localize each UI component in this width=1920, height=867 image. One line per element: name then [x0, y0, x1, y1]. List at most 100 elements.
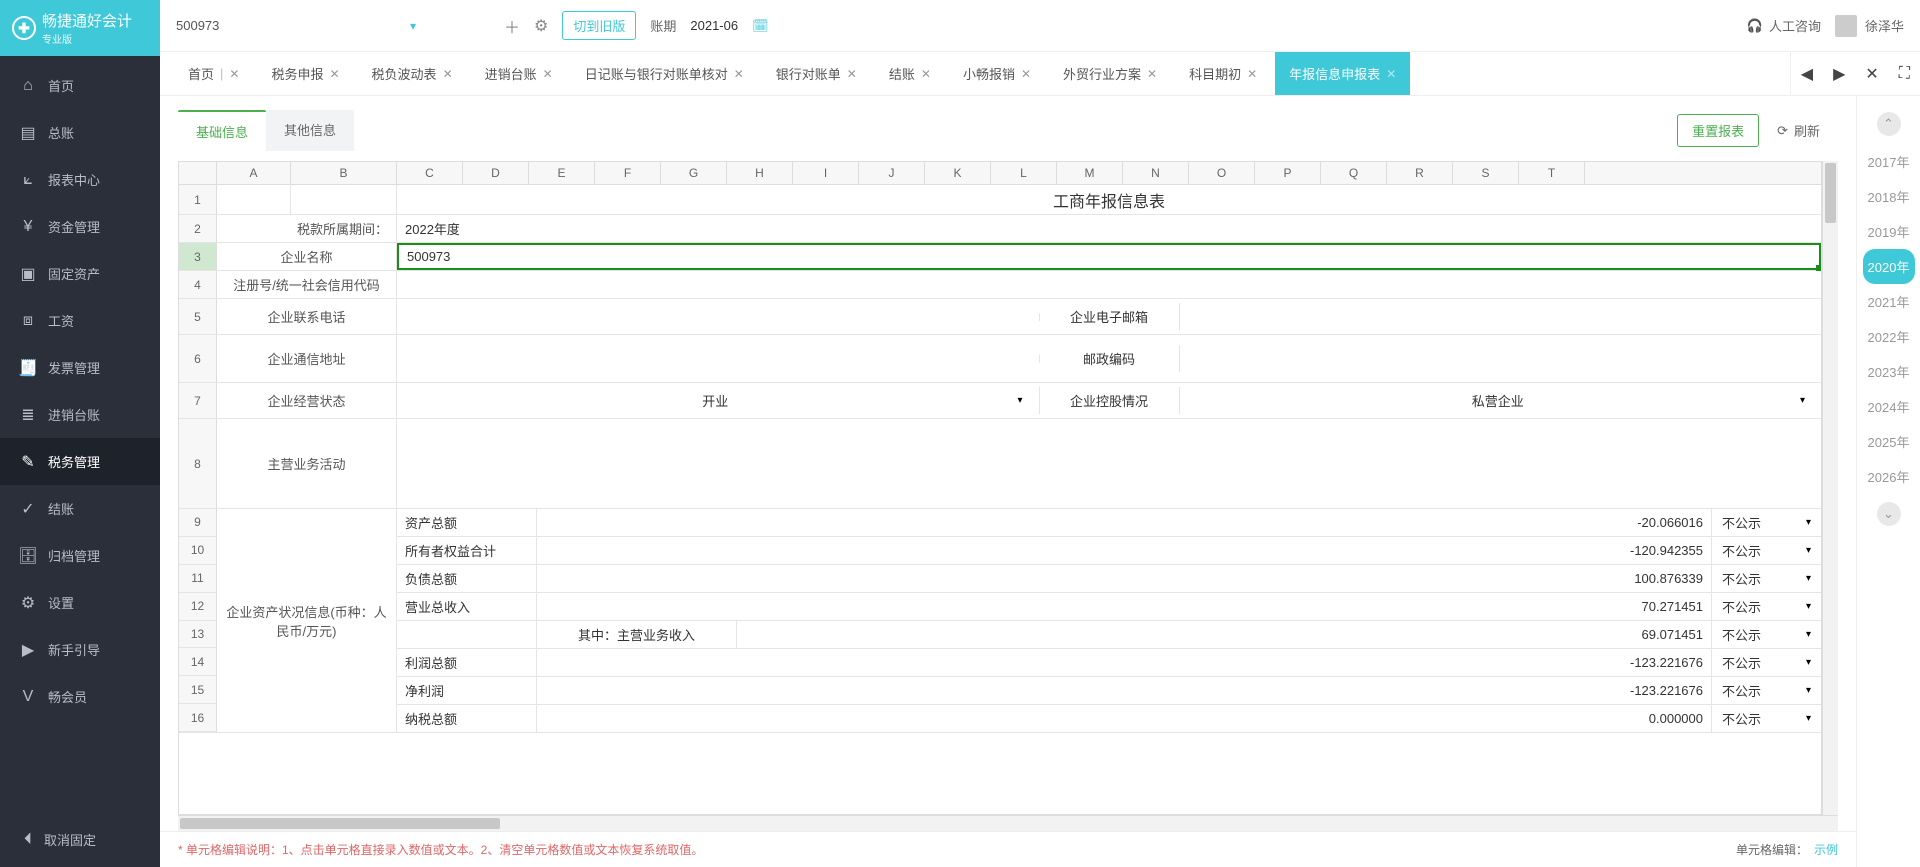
tab-close-icon[interactable]: ✕	[229, 67, 239, 81]
r14-publish-select[interactable]: 不公示▾	[1711, 649, 1821, 676]
regenerate-button[interactable]: 重置报表	[1677, 114, 1759, 147]
year-down-icon[interactable]: ⌄	[1877, 502, 1901, 526]
year-item-9[interactable]: 2026年	[1863, 459, 1915, 494]
tabs-next-icon[interactable]: ▶	[1823, 64, 1855, 84]
tab-9[interactable]: 科目期初✕	[1175, 52, 1271, 95]
col-header-I[interactable]: I	[793, 162, 859, 184]
tab-1[interactable]: 税务申报✕	[257, 52, 353, 95]
year-item-3[interactable]: 2020年	[1863, 249, 1915, 284]
col-header-A[interactable]: A	[217, 162, 291, 184]
tab-5[interactable]: 银行对账单✕	[762, 52, 871, 95]
tab-close-icon[interactable]: ✕	[1386, 67, 1396, 81]
r12-publish-select[interactable]: 不公示▾	[1711, 593, 1821, 620]
col-header-H[interactable]: H	[727, 162, 793, 184]
col-header-M[interactable]: M	[1057, 162, 1123, 184]
nav-item-2[interactable]: ⟀报表中心	[0, 156, 160, 203]
row-head-6[interactable]: 6	[179, 335, 217, 382]
nav-item-10[interactable]: 🗄归档管理	[0, 532, 160, 579]
footer-example-link[interactable]: 示例	[1814, 841, 1838, 858]
tab-10[interactable]: 年报信息申报表✕	[1275, 52, 1410, 95]
subtab-1[interactable]: 其他信息	[266, 110, 354, 151]
nav-item-12[interactable]: ▶新手引导	[0, 626, 160, 673]
nav-item-9[interactable]: ✓结账	[0, 485, 160, 532]
year-item-8[interactable]: 2025年	[1863, 424, 1915, 459]
nav-item-1[interactable]: ▤总账	[0, 109, 160, 156]
tab-6[interactable]: 结账✕	[875, 52, 945, 95]
year-item-7[interactable]: 2024年	[1863, 389, 1915, 424]
col-header-G[interactable]: G	[661, 162, 727, 184]
row-head-4[interactable]: 4	[179, 271, 217, 298]
col-header-P[interactable]: P	[1255, 162, 1321, 184]
col-header-Q[interactable]: Q	[1321, 162, 1387, 184]
nav-item-7[interactable]: ≣进销台账	[0, 391, 160, 438]
row-head-3[interactable]: 3	[179, 243, 217, 270]
subtab-0[interactable]: 基础信息	[178, 110, 266, 151]
tab-2[interactable]: 税负波动表✕	[358, 52, 467, 95]
year-item-6[interactable]: 2023年	[1863, 354, 1915, 389]
tab-0[interactable]: 首页|✕	[174, 52, 253, 95]
gear-icon[interactable]: ⚙	[534, 16, 548, 36]
tab-close-icon[interactable]: ✕	[443, 67, 453, 81]
row-head-14[interactable]: 14	[179, 648, 216, 676]
spreadsheet[interactable]: ABCDEFGHIJKLMNOPQRST 1工商年报信息表2税款所属期间：202…	[178, 161, 1822, 815]
col-header-O[interactable]: O	[1189, 162, 1255, 184]
col-header-R[interactable]: R	[1387, 162, 1453, 184]
year-item-1[interactable]: 2018年	[1863, 179, 1915, 214]
tabs-close-icon[interactable]: ✕	[1855, 64, 1888, 84]
r12-value[interactable]: 70.271451	[537, 593, 1711, 620]
tab-close-icon[interactable]: ✕	[921, 67, 931, 81]
nav-item-6[interactable]: 🧾发票管理	[0, 344, 160, 391]
tab-close-icon[interactable]: ✕	[847, 67, 857, 81]
tab-close-icon[interactable]: ✕	[1021, 67, 1031, 81]
tab-close-icon[interactable]: ✕	[1247, 67, 1257, 81]
vertical-scrollbar[interactable]	[1822, 161, 1838, 815]
r9-value[interactable]: -20.066016	[537, 509, 1711, 536]
tab-4[interactable]: 日记账与银行对账单核对✕	[571, 52, 758, 95]
r9-publish-select[interactable]: 不公示▾	[1711, 509, 1821, 536]
period-value-cell[interactable]: 2022年度	[397, 215, 1821, 242]
r16-value[interactable]: 0.000000	[537, 705, 1711, 732]
year-item-4[interactable]: 2021年	[1863, 284, 1915, 319]
nav-item-8[interactable]: ✎税务管理	[0, 438, 160, 485]
nav-item-4[interactable]: ▣固定资产	[0, 250, 160, 297]
tab-close-icon[interactable]: ✕	[734, 67, 744, 81]
old-version-button[interactable]: 切到旧版	[562, 11, 636, 40]
year-item-2[interactable]: 2019年	[1863, 214, 1915, 249]
r15-publish-select[interactable]: 不公示▾	[1711, 677, 1821, 704]
r11-publish-select[interactable]: 不公示▾	[1711, 565, 1821, 592]
row-head-5[interactable]: 5	[179, 299, 217, 334]
col-header-K[interactable]: K	[925, 162, 991, 184]
tab-close-icon[interactable]: ✕	[543, 67, 553, 81]
calendar-icon[interactable]: 🗓	[752, 18, 769, 34]
r11-value[interactable]: 100.876339	[537, 565, 1711, 592]
year-up-icon[interactable]: ⌃	[1877, 112, 1901, 136]
add-icon[interactable]: ＋	[504, 14, 520, 38]
company-name-input[interactable]: 500973	[397, 243, 1821, 270]
nav-item-3[interactable]: ¥资金管理	[0, 203, 160, 250]
r13-publish-select[interactable]: 不公示▾	[1711, 621, 1821, 648]
r5-input2[interactable]	[1180, 313, 1822, 321]
row-head-11[interactable]: 11	[179, 565, 216, 593]
year-item-5[interactable]: 2022年	[1863, 319, 1915, 354]
col-header-N[interactable]: N	[1123, 162, 1189, 184]
r4-input[interactable]	[397, 271, 1821, 298]
unpin-button[interactable]: ⏴ 取消固定	[0, 812, 160, 867]
r7-select[interactable]: 开业▾	[397, 387, 1040, 414]
col-header-C[interactable]: C	[397, 162, 463, 184]
support-button[interactable]: 🎧 人工咨询	[1747, 16, 1821, 35]
refresh-button[interactable]: ⟳ 刷新	[1777, 121, 1820, 140]
tab-8[interactable]: 外贸行业方案✕	[1049, 52, 1171, 95]
nav-item-11[interactable]: ⚙设置	[0, 579, 160, 626]
tabs-prev-icon[interactable]: ◀	[1791, 64, 1823, 84]
r10-value[interactable]: -120.942355	[537, 537, 1711, 564]
row-head-8[interactable]: 8	[179, 419, 217, 508]
col-header-T[interactable]: T	[1519, 162, 1585, 184]
col-header-F[interactable]: F	[595, 162, 661, 184]
r13-value[interactable]: 69.071451	[737, 621, 1711, 648]
col-header-E[interactable]: E	[529, 162, 595, 184]
r15-value[interactable]: -123.221676	[537, 677, 1711, 704]
nav-item-0[interactable]: ⌂首页	[0, 62, 160, 109]
r7-select2[interactable]: 私营企业▾	[1180, 387, 1822, 414]
row-head-9[interactable]: 9	[179, 509, 216, 537]
r8-input[interactable]	[397, 419, 1821, 508]
